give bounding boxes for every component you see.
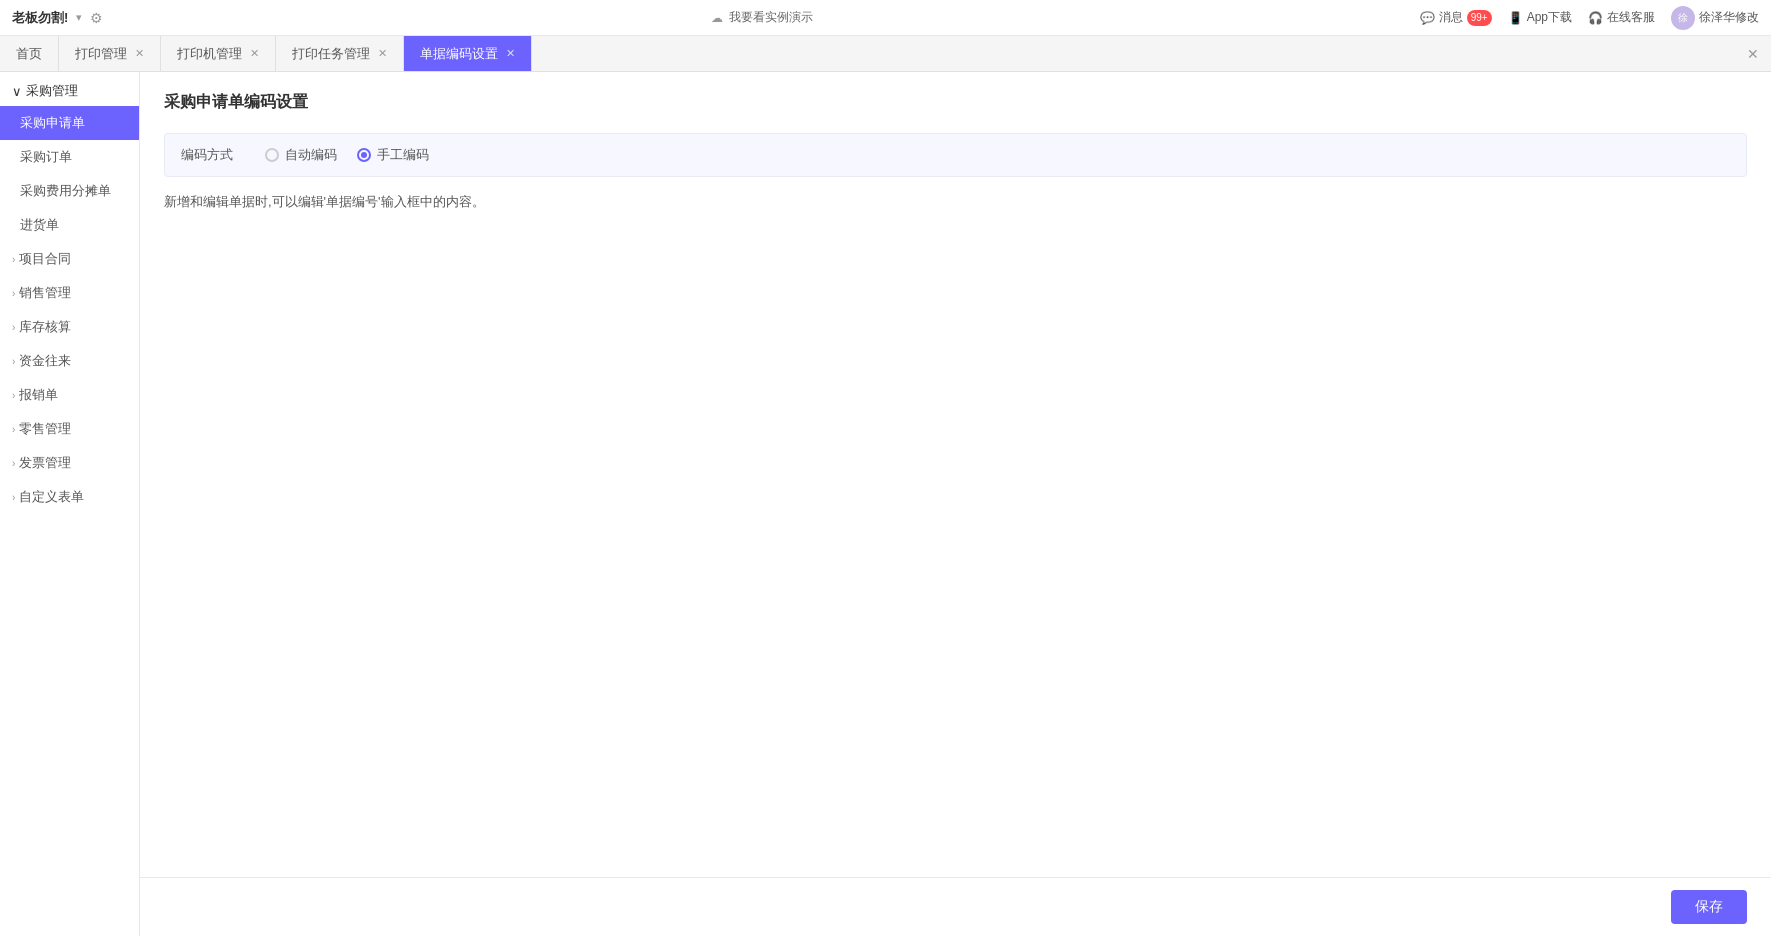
cloud-icon: ☁ xyxy=(711,11,723,25)
top-bar-left: 老板勿割! ▾ ⚙ xyxy=(12,9,103,27)
top-bar-right: 💬 消息 99+ 📱 App下载 🎧 在线客服 徐 徐泽华修改 xyxy=(1420,6,1759,30)
radio-manual-circle xyxy=(357,148,371,162)
sidebar-item-sales-manage[interactable]: › 销售管理 xyxy=(0,276,139,310)
sidebar-item-retail-manage[interactable]: › 零售管理 xyxy=(0,412,139,446)
save-button[interactable]: 保存 xyxy=(1671,890,1747,924)
close-icon[interactable]: ✕ xyxy=(250,47,259,60)
sidebar-group-purchase-label: 采购管理 xyxy=(26,82,78,100)
sidebar-item-custom-form-label: 自定义表单 xyxy=(19,488,84,506)
sidebar-item-purchase-request-label: 采购申请单 xyxy=(20,114,85,132)
avatar: 徐 xyxy=(1671,6,1695,30)
sidebar-group-purchase-title[interactable]: ∨ 采购管理 xyxy=(0,72,139,106)
close-icon[interactable]: ✕ xyxy=(506,47,515,60)
online-service-label: 在线客服 xyxy=(1607,9,1655,26)
tab-print-manage[interactable]: 打印管理 ✕ xyxy=(59,36,161,71)
close-all-button[interactable]: ✕ xyxy=(1735,36,1771,71)
chevron-right-icon: › xyxy=(12,492,15,503)
tab-single-code-set[interactable]: 单据编码设置 ✕ xyxy=(404,36,532,71)
message-button[interactable]: 💬 消息 99+ xyxy=(1420,9,1492,26)
radio-auto[interactable]: 自动编码 xyxy=(265,146,337,164)
chevron-right-icon: › xyxy=(12,254,15,265)
tab-home-label: 首页 xyxy=(16,45,42,63)
message-icon: 💬 xyxy=(1420,11,1435,25)
sidebar-item-project-contract[interactable]: › 项目合同 xyxy=(0,242,139,276)
tab-print-task[interactable]: 打印任务管理 ✕ xyxy=(276,36,404,71)
content-area: 采购申请单编码设置 编码方式 自动编码 手工编码 新增和编辑单据时,可以编辑'单… xyxy=(140,72,1771,936)
tab-printer-manage[interactable]: 打印机管理 ✕ xyxy=(161,36,276,71)
app-download-label: App下载 xyxy=(1527,9,1572,26)
sidebar-group-purchase: ∨ 采购管理 采购申请单 采购订单 采购费用分摊单 进货单 xyxy=(0,72,139,242)
online-service-button[interactable]: 🎧 在线客服 xyxy=(1588,9,1655,26)
settings-icon[interactable]: ⚙ xyxy=(90,10,103,26)
message-badge: 99+ xyxy=(1467,10,1492,26)
sidebar-item-sales-manage-label: 销售管理 xyxy=(19,284,71,302)
close-all-icon: ✕ xyxy=(1747,46,1759,62)
sidebar-item-purchase-request[interactable]: 采购申请单 xyxy=(0,106,139,140)
sidebar-item-custom-form[interactable]: › 自定义表单 xyxy=(0,480,139,514)
chevron-right-icon: › xyxy=(12,390,15,401)
top-bar: 老板勿割! ▾ ⚙ ☁ 我要看实例演示 💬 消息 99+ 📱 App下载 🎧 在… xyxy=(0,0,1771,36)
sidebar-item-invoice-manage-label: 发票管理 xyxy=(19,454,71,472)
radio-manual-label: 手工编码 xyxy=(377,146,429,164)
app-download-button[interactable]: 📱 App下载 xyxy=(1508,9,1572,26)
content-footer: 保存 xyxy=(140,877,1771,936)
tab-printer-manage-label: 打印机管理 xyxy=(177,45,242,63)
headphone-icon: 🎧 xyxy=(1588,11,1603,25)
radio-auto-circle xyxy=(265,148,279,162)
sidebar-item-purchase-expense[interactable]: 采购费用分摊单 xyxy=(0,174,139,208)
sidebar-item-retail-manage-label: 零售管理 xyxy=(19,420,71,438)
logo-text: 老板勿割! xyxy=(12,9,68,27)
chevron-right-icon: › xyxy=(12,322,15,333)
info-text: 新增和编辑单据时,可以编辑'单据编号'输入框中的内容。 xyxy=(164,193,1747,211)
sidebar-item-capital-flow[interactable]: › 资金往来 xyxy=(0,344,139,378)
close-icon[interactable]: ✕ xyxy=(378,47,387,60)
sidebar-item-project-contract-label: 项目合同 xyxy=(19,250,71,268)
page-title: 采购申请单编码设置 xyxy=(164,92,1747,113)
chevron-right-icon: › xyxy=(12,356,15,367)
tab-single-code-set-label: 单据编码设置 xyxy=(420,45,498,63)
sidebar: ∨ 采购管理 采购申请单 采购订单 采购费用分摊单 进货单 › 项目合同 › 销… xyxy=(0,72,140,936)
user-info[interactable]: 徐 徐泽华修改 xyxy=(1671,6,1759,30)
content-main: 采购申请单编码设置 编码方式 自动编码 手工编码 新增和编辑单据时,可以编辑'单… xyxy=(140,72,1771,877)
sidebar-item-purchase-order-label: 采购订单 xyxy=(20,148,72,166)
radio-auto-label: 自动编码 xyxy=(285,146,337,164)
sidebar-item-returns-label: 报销单 xyxy=(19,386,58,404)
sidebar-item-inventory-count[interactable]: › 库存核算 xyxy=(0,310,139,344)
tab-home[interactable]: 首页 xyxy=(0,36,59,71)
tab-print-manage-label: 打印管理 xyxy=(75,45,127,63)
top-bar-center: ☁ 我要看实例演示 xyxy=(711,9,813,26)
radio-group: 自动编码 手工编码 xyxy=(265,146,429,164)
chevron-right-icon: › xyxy=(12,424,15,435)
demo-text[interactable]: 我要看实例演示 xyxy=(729,9,813,26)
close-icon[interactable]: ✕ xyxy=(135,47,144,60)
sidebar-item-invoice-manage[interactable]: › 发票管理 xyxy=(0,446,139,480)
sidebar-item-capital-flow-label: 资金往来 xyxy=(19,352,71,370)
sidebar-item-purchase-expense-label: 采购费用分摊单 xyxy=(20,182,111,200)
main-layout: ∨ 采购管理 采购申请单 采购订单 采购费用分摊单 进货单 › 项目合同 › 销… xyxy=(0,72,1771,936)
arrow-down-icon: ∨ xyxy=(12,84,22,99)
sidebar-item-stock-in[interactable]: 进货单 xyxy=(0,208,139,242)
message-label: 消息 xyxy=(1439,9,1463,26)
sidebar-item-returns[interactable]: › 报销单 xyxy=(0,378,139,412)
radio-manual[interactable]: 手工编码 xyxy=(357,146,429,164)
phone-icon: 📱 xyxy=(1508,11,1523,25)
sidebar-item-purchase-order[interactable]: 采购订单 xyxy=(0,140,139,174)
sidebar-item-inventory-count-label: 库存核算 xyxy=(19,318,71,336)
encoding-section: 编码方式 自动编码 手工编码 xyxy=(164,133,1747,177)
chevron-right-icon: › xyxy=(12,288,15,299)
chevron-down-icon[interactable]: ▾ xyxy=(76,11,82,24)
tab-bar: 首页 打印管理 ✕ 打印机管理 ✕ 打印任务管理 ✕ 单据编码设置 ✕ ✕ xyxy=(0,36,1771,72)
chevron-right-icon: › xyxy=(12,458,15,469)
encoding-label: 编码方式 xyxy=(181,146,241,164)
sidebar-item-stock-in-label: 进货单 xyxy=(20,216,59,234)
user-name: 徐泽华修改 xyxy=(1699,9,1759,26)
tab-print-task-label: 打印任务管理 xyxy=(292,45,370,63)
